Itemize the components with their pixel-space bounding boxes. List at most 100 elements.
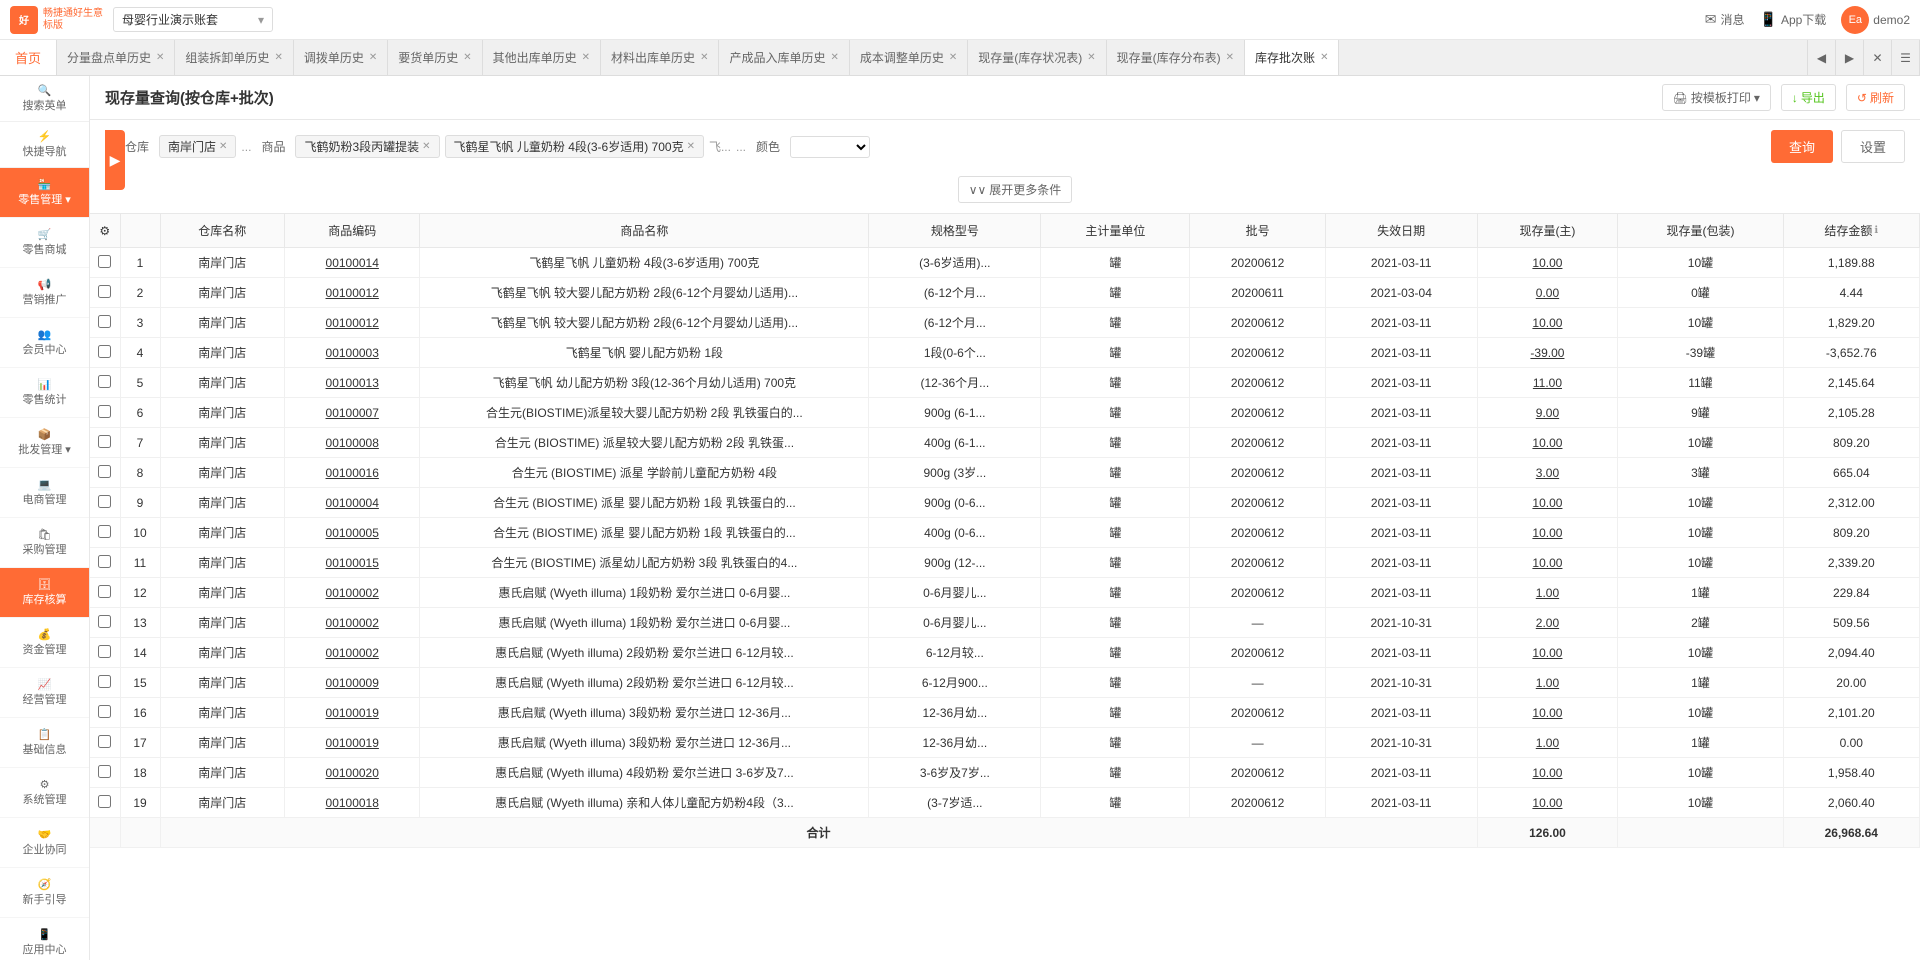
row-qty-main[interactable]: 1.00: [1477, 668, 1618, 698]
row-checkbox-cell[interactable]: [90, 758, 120, 788]
row-code[interactable]: 00100019: [284, 728, 419, 758]
row-code[interactable]: 00100012: [284, 278, 419, 308]
sidebar-item-app-center[interactable]: 📱 应用中心: [0, 918, 89, 960]
sidebar-item-member[interactable]: 👥 会员中心: [0, 318, 89, 368]
row-code[interactable]: 00100020: [284, 758, 419, 788]
sidebar-item-inventory[interactable]: 🗄 库存核算: [0, 568, 89, 618]
row-checkbox[interactable]: [98, 285, 111, 298]
row-qty-main[interactable]: 9.00: [1477, 398, 1618, 428]
product-filter-more[interactable]: 飞...: [709, 138, 731, 155]
row-checkbox[interactable]: [98, 255, 111, 268]
row-checkbox-cell[interactable]: [90, 638, 120, 668]
row-checkbox[interactable]: [98, 645, 111, 658]
row-checkbox-cell[interactable]: [90, 458, 120, 488]
row-checkbox-cell[interactable]: [90, 578, 120, 608]
row-qty-main[interactable]: 1.00: [1477, 728, 1618, 758]
row-qty-main[interactable]: 10.00: [1477, 698, 1618, 728]
row-checkbox[interactable]: [98, 375, 111, 388]
row-checkbox[interactable]: [98, 435, 111, 448]
row-code[interactable]: 00100014: [284, 248, 419, 278]
row-qty-main[interactable]: -39.00: [1477, 338, 1618, 368]
row-checkbox-cell[interactable]: [90, 368, 120, 398]
sidebar-expand-btn[interactable]: ▶: [105, 130, 125, 190]
sidebar-item-retail[interactable]: 🏪 零售管理 ▾: [0, 168, 89, 218]
export-btn[interactable]: ↓ 导出: [1781, 84, 1836, 111]
product-tag-1-remove-icon[interactable]: ✕: [422, 141, 430, 152]
row-checkbox[interactable]: [98, 615, 111, 628]
tab-close-icon[interactable]: ✕: [830, 52, 838, 63]
row-qty-main[interactable]: 10.00: [1477, 248, 1618, 278]
warehouse-tag[interactable]: 南岸门店 ✕: [159, 135, 236, 158]
row-checkbox-cell[interactable]: [90, 518, 120, 548]
sidebar-item-ecom[interactable]: 💻 电商管理: [0, 468, 89, 518]
row-qty-main[interactable]: 0.00: [1477, 278, 1618, 308]
tab-xianzai-kucun[interactable]: 现存量(库存状况表) ✕: [968, 40, 1106, 75]
row-checkbox[interactable]: [98, 465, 111, 478]
product-tag-2[interactable]: 飞鹤星飞帆 儿童奶粉 4段(3-6岁适用) 700克 ✕: [445, 135, 704, 158]
app-download-btn[interactable]: 📱 App下载: [1760, 11, 1827, 28]
tab-close-icon[interactable]: ✕: [582, 52, 590, 63]
sidebar-item-operations[interactable]: 📈 经营管理: [0, 668, 89, 718]
row-checkbox[interactable]: [98, 585, 111, 598]
tab-close-icon[interactable]: ✕: [463, 52, 471, 63]
color-select[interactable]: [790, 136, 870, 158]
row-qty-main[interactable]: 10.00: [1477, 308, 1618, 338]
tab-xianzai-fenbei[interactable]: 现存量(库存分布表) ✕: [1107, 40, 1245, 75]
sidebar-item-enterprise[interactable]: 🤝 企业协同: [0, 818, 89, 868]
row-checkbox-cell[interactable]: [90, 668, 120, 698]
row-qty-main[interactable]: 10.00: [1477, 488, 1618, 518]
sidebar-search[interactable]: 🔍 搜索英单: [0, 76, 89, 122]
row-qty-main[interactable]: 10.00: [1477, 758, 1618, 788]
tab-close-icon[interactable]: ✕: [949, 52, 957, 63]
row-checkbox-cell[interactable]: [90, 248, 120, 278]
print-btn[interactable]: 🖨 按模板打印 ▾: [1662, 84, 1771, 111]
row-checkbox-cell[interactable]: [90, 278, 120, 308]
refresh-btn[interactable]: ↺ 刷新: [1846, 84, 1905, 111]
row-code[interactable]: 00100002: [284, 578, 419, 608]
row-checkbox[interactable]: [98, 405, 111, 418]
sidebar-item-basics[interactable]: 📋 基础信息: [0, 718, 89, 768]
warehouse-tag-remove-icon[interactable]: ✕: [219, 141, 227, 152]
tab-home[interactable]: 首页: [0, 40, 57, 75]
tab-close-icon[interactable]: ✕: [369, 52, 377, 63]
row-code[interactable]: 00100008: [284, 428, 419, 458]
row-qty-main[interactable]: 10.00: [1477, 788, 1618, 818]
row-code[interactable]: 00100018: [284, 788, 419, 818]
tab-qita[interactable]: 其他出库单历史 ✕: [483, 40, 601, 75]
tab-yao-huo[interactable]: 要货单历史 ✕: [388, 40, 482, 75]
tab-zu-chai[interactable]: 组装拆卸单历史 ✕: [175, 40, 293, 75]
tab-close-icon[interactable]: ✕: [156, 52, 164, 63]
tab-cailiao[interactable]: 材料出库单历史 ✕: [601, 40, 719, 75]
row-checkbox[interactable]: [98, 495, 111, 508]
tab-chanpin[interactable]: 产成品入库单历史 ✕: [719, 40, 849, 75]
row-code[interactable]: 00100002: [284, 608, 419, 638]
message-btn[interactable]: ✉ 消息: [1705, 11, 1745, 28]
row-checkbox[interactable]: [98, 675, 111, 688]
row-qty-main[interactable]: 11.00: [1477, 368, 1618, 398]
row-code[interactable]: 00100012: [284, 308, 419, 338]
row-qty-main[interactable]: 10.00: [1477, 518, 1618, 548]
warehouse-filter-more[interactable]: ...: [241, 140, 251, 154]
row-qty-main[interactable]: 3.00: [1477, 458, 1618, 488]
tab-next-btn[interactable]: ▶: [1836, 40, 1864, 76]
row-checkbox-cell[interactable]: [90, 308, 120, 338]
user-profile[interactable]: Ea demo2: [1841, 6, 1910, 34]
tab-prev-btn[interactable]: ◀: [1808, 40, 1836, 76]
row-code[interactable]: 00100016: [284, 458, 419, 488]
sidebar-item-wholesale[interactable]: 📦 批发管理 ▾: [0, 418, 89, 468]
row-checkbox-cell[interactable]: [90, 548, 120, 578]
row-checkbox-cell[interactable]: [90, 788, 120, 818]
row-checkbox[interactable]: [98, 705, 111, 718]
tab-tiao-bo[interactable]: 调拨单历史 ✕: [294, 40, 388, 75]
row-checkbox[interactable]: [98, 315, 111, 328]
row-checkbox-cell[interactable]: [90, 488, 120, 518]
row-checkbox-cell[interactable]: [90, 398, 120, 428]
row-qty-main[interactable]: 10.00: [1477, 428, 1618, 458]
row-code[interactable]: 00100003: [284, 338, 419, 368]
row-code[interactable]: 00100015: [284, 548, 419, 578]
row-code[interactable]: 00100005: [284, 518, 419, 548]
row-checkbox-cell[interactable]: [90, 338, 120, 368]
row-checkbox[interactable]: [98, 525, 111, 538]
sidebar-item-retail-shop[interactable]: 🛒 零售商城: [0, 218, 89, 268]
product-tag-2-remove-icon[interactable]: ✕: [687, 141, 695, 152]
